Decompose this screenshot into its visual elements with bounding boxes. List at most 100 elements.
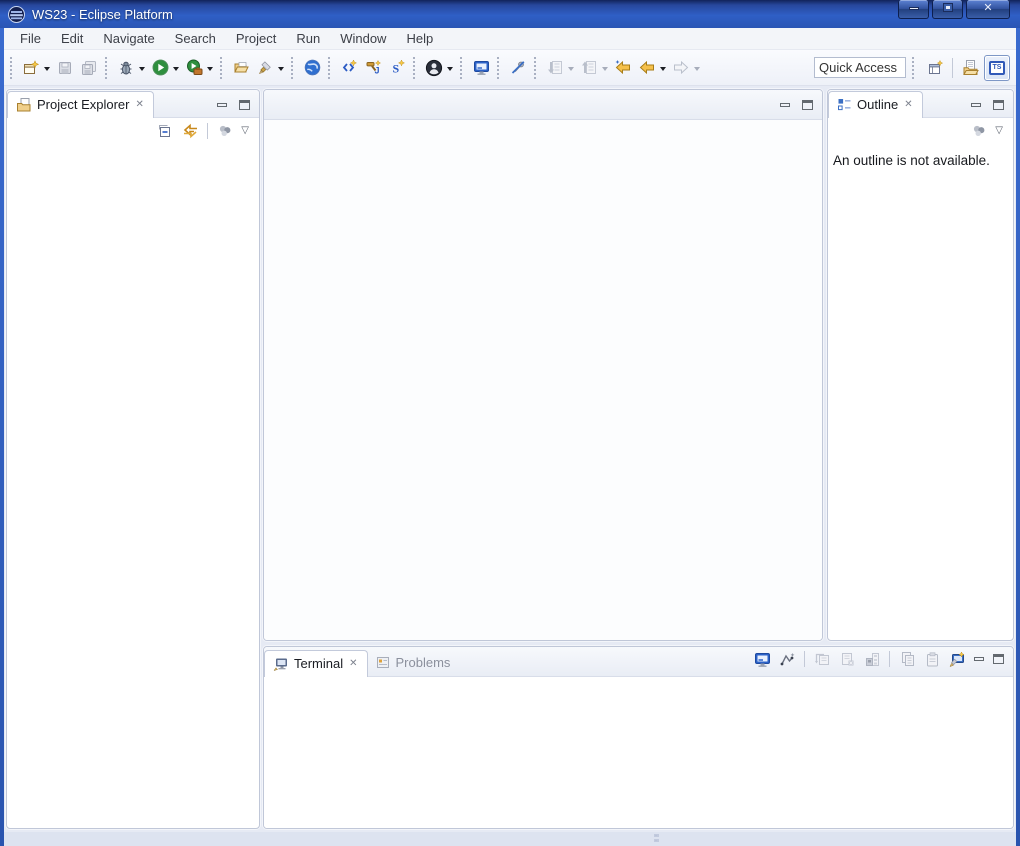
panel-maximize-button[interactable] bbox=[991, 653, 1005, 665]
connect-terminal-button[interactable] bbox=[777, 649, 797, 669]
toolbar-group-handle[interactable] bbox=[413, 57, 418, 79]
panel-maximize-button[interactable] bbox=[800, 99, 814, 111]
quick-access-input[interactable] bbox=[814, 57, 906, 78]
ts-perspective-button[interactable]: TS bbox=[984, 55, 1010, 81]
project-explorer-tree[interactable] bbox=[7, 144, 259, 804]
web-browser-button[interactable] bbox=[300, 56, 324, 80]
toolbar-group-handle[interactable] bbox=[105, 57, 110, 79]
panel-minimize-icon bbox=[971, 103, 981, 107]
menu-window[interactable]: Window bbox=[330, 29, 396, 48]
external-tools-dropdown[interactable] bbox=[207, 67, 213, 74]
debug-button[interactable] bbox=[114, 56, 138, 80]
external-tools-button[interactable] bbox=[182, 56, 206, 80]
menu-search[interactable]: Search bbox=[165, 29, 226, 48]
link-with-editor-button[interactable] bbox=[180, 121, 200, 141]
main-toolbar: J S bbox=[4, 50, 1016, 86]
editor-canvas[interactable] bbox=[264, 120, 822, 640]
next-annotation-dropdown[interactable] bbox=[568, 67, 574, 74]
panel-maximize-icon bbox=[802, 100, 813, 110]
panel-minimize-button[interactable] bbox=[778, 99, 792, 111]
forward-button[interactable] bbox=[669, 56, 693, 80]
tab-close-icon[interactable]: ✕ bbox=[348, 658, 358, 669]
run-button[interactable] bbox=[148, 56, 172, 80]
paintbrush-button[interactable] bbox=[253, 56, 277, 80]
panel-minimize-button[interactable] bbox=[969, 99, 983, 111]
tab-problems[interactable]: Problems bbox=[368, 649, 459, 676]
connect-terminal-icon bbox=[779, 651, 796, 668]
menu-help[interactable]: Help bbox=[396, 29, 443, 48]
outline-message: An outline is not available. bbox=[828, 144, 1013, 177]
close-button[interactable]: ✕ bbox=[966, 0, 1010, 19]
view-filters-button[interactable] bbox=[215, 121, 235, 141]
new-wizard-button[interactable] bbox=[19, 56, 43, 80]
new-wizard-dropdown[interactable] bbox=[44, 67, 50, 74]
panel-maximize-button[interactable] bbox=[237, 99, 251, 111]
toolbar-group-handle[interactable] bbox=[460, 57, 465, 79]
panel-maximize-button[interactable] bbox=[991, 99, 1005, 111]
toolbar-group-handle[interactable] bbox=[912, 57, 917, 79]
terminal-buffer-button[interactable] bbox=[862, 649, 882, 669]
previous-annotation-dropdown[interactable] bbox=[602, 67, 608, 74]
new-xml-file-button[interactable] bbox=[337, 56, 361, 80]
sash-drag-handle[interactable] bbox=[652, 834, 660, 844]
toolbar-group-handle[interactable] bbox=[534, 57, 539, 79]
new-hammer-j-button[interactable]: J bbox=[361, 56, 385, 80]
save-all-button[interactable] bbox=[77, 56, 101, 80]
open-task-button[interactable] bbox=[229, 56, 253, 80]
paintbrush-dropdown[interactable] bbox=[278, 67, 284, 74]
user-account-button[interactable] bbox=[422, 56, 446, 80]
new-s-file-button[interactable]: S bbox=[385, 56, 409, 80]
tab-terminal[interactable]: Terminal ✕ bbox=[264, 650, 368, 677]
next-annotation-button[interactable] bbox=[543, 56, 567, 80]
view-menu-icon[interactable]: ▽ bbox=[241, 126, 249, 136]
tab-project-explorer[interactable]: Project Explorer ✕ bbox=[7, 91, 154, 118]
debug-dropdown[interactable] bbox=[139, 67, 145, 74]
last-edit-location-button[interactable] bbox=[611, 56, 635, 80]
panel-minimize-button[interactable] bbox=[215, 99, 229, 111]
open-folder-icon bbox=[233, 59, 250, 76]
copy-button[interactable] bbox=[897, 649, 917, 669]
editor-tabbar bbox=[264, 90, 822, 120]
back-dropdown[interactable] bbox=[660, 67, 666, 74]
toolbar-group-handle[interactable] bbox=[497, 57, 502, 79]
run-dropdown[interactable] bbox=[173, 67, 179, 74]
save-terminal-output-button[interactable] bbox=[837, 649, 857, 669]
menu-edit[interactable]: Edit bbox=[51, 29, 93, 48]
open-terminal-button[interactable] bbox=[469, 56, 493, 80]
toolbar-group-handle[interactable] bbox=[220, 57, 225, 79]
tab-outline[interactable]: Outline ✕ bbox=[828, 91, 923, 118]
open-perspective-button[interactable] bbox=[923, 56, 947, 80]
terminal-body[interactable] bbox=[264, 677, 1013, 828]
menu-run[interactable]: Run bbox=[286, 29, 330, 48]
pin-slash-button[interactable] bbox=[506, 56, 530, 80]
menu-navigate[interactable]: Navigate bbox=[93, 29, 164, 48]
toolbar-group-handle[interactable] bbox=[291, 57, 296, 79]
panel-minimize-button[interactable] bbox=[972, 653, 986, 665]
open-terminal-button[interactable] bbox=[752, 649, 772, 669]
toolbar-group-handle[interactable] bbox=[328, 57, 333, 79]
tab-close-icon[interactable]: ✕ bbox=[903, 99, 913, 110]
back-button[interactable] bbox=[635, 56, 659, 80]
maximize-button[interactable] bbox=[932, 0, 963, 19]
minimize-button[interactable] bbox=[898, 0, 929, 19]
new-terminal-view-button[interactable] bbox=[812, 649, 832, 669]
menu-file[interactable]: File bbox=[10, 29, 51, 48]
forward-dropdown[interactable] bbox=[694, 67, 700, 74]
editor-area bbox=[263, 89, 823, 641]
toolbar-group-handle[interactable] bbox=[10, 57, 15, 79]
title-bar[interactable]: WS23 - Eclipse Platform ✕ bbox=[0, 0, 1020, 28]
previous-annotation-button[interactable] bbox=[577, 56, 601, 80]
resource-perspective-button[interactable] bbox=[958, 55, 984, 81]
resource-perspective-icon bbox=[962, 59, 980, 77]
view-filters-button[interactable] bbox=[969, 121, 989, 141]
menu-project[interactable]: Project bbox=[226, 29, 286, 48]
view-menu-icon[interactable]: ▽ bbox=[995, 126, 1003, 136]
collapse-all-button[interactable] bbox=[154, 121, 174, 141]
launch-terminal-settings-button[interactable] bbox=[947, 649, 967, 669]
next-annotation-icon bbox=[547, 59, 564, 76]
tab-close-icon[interactable]: ✕ bbox=[134, 99, 144, 110]
user-account-dropdown[interactable] bbox=[447, 67, 453, 74]
paste-button[interactable] bbox=[922, 649, 942, 669]
collapse-all-icon bbox=[156, 123, 172, 139]
save-button[interactable] bbox=[53, 56, 77, 80]
